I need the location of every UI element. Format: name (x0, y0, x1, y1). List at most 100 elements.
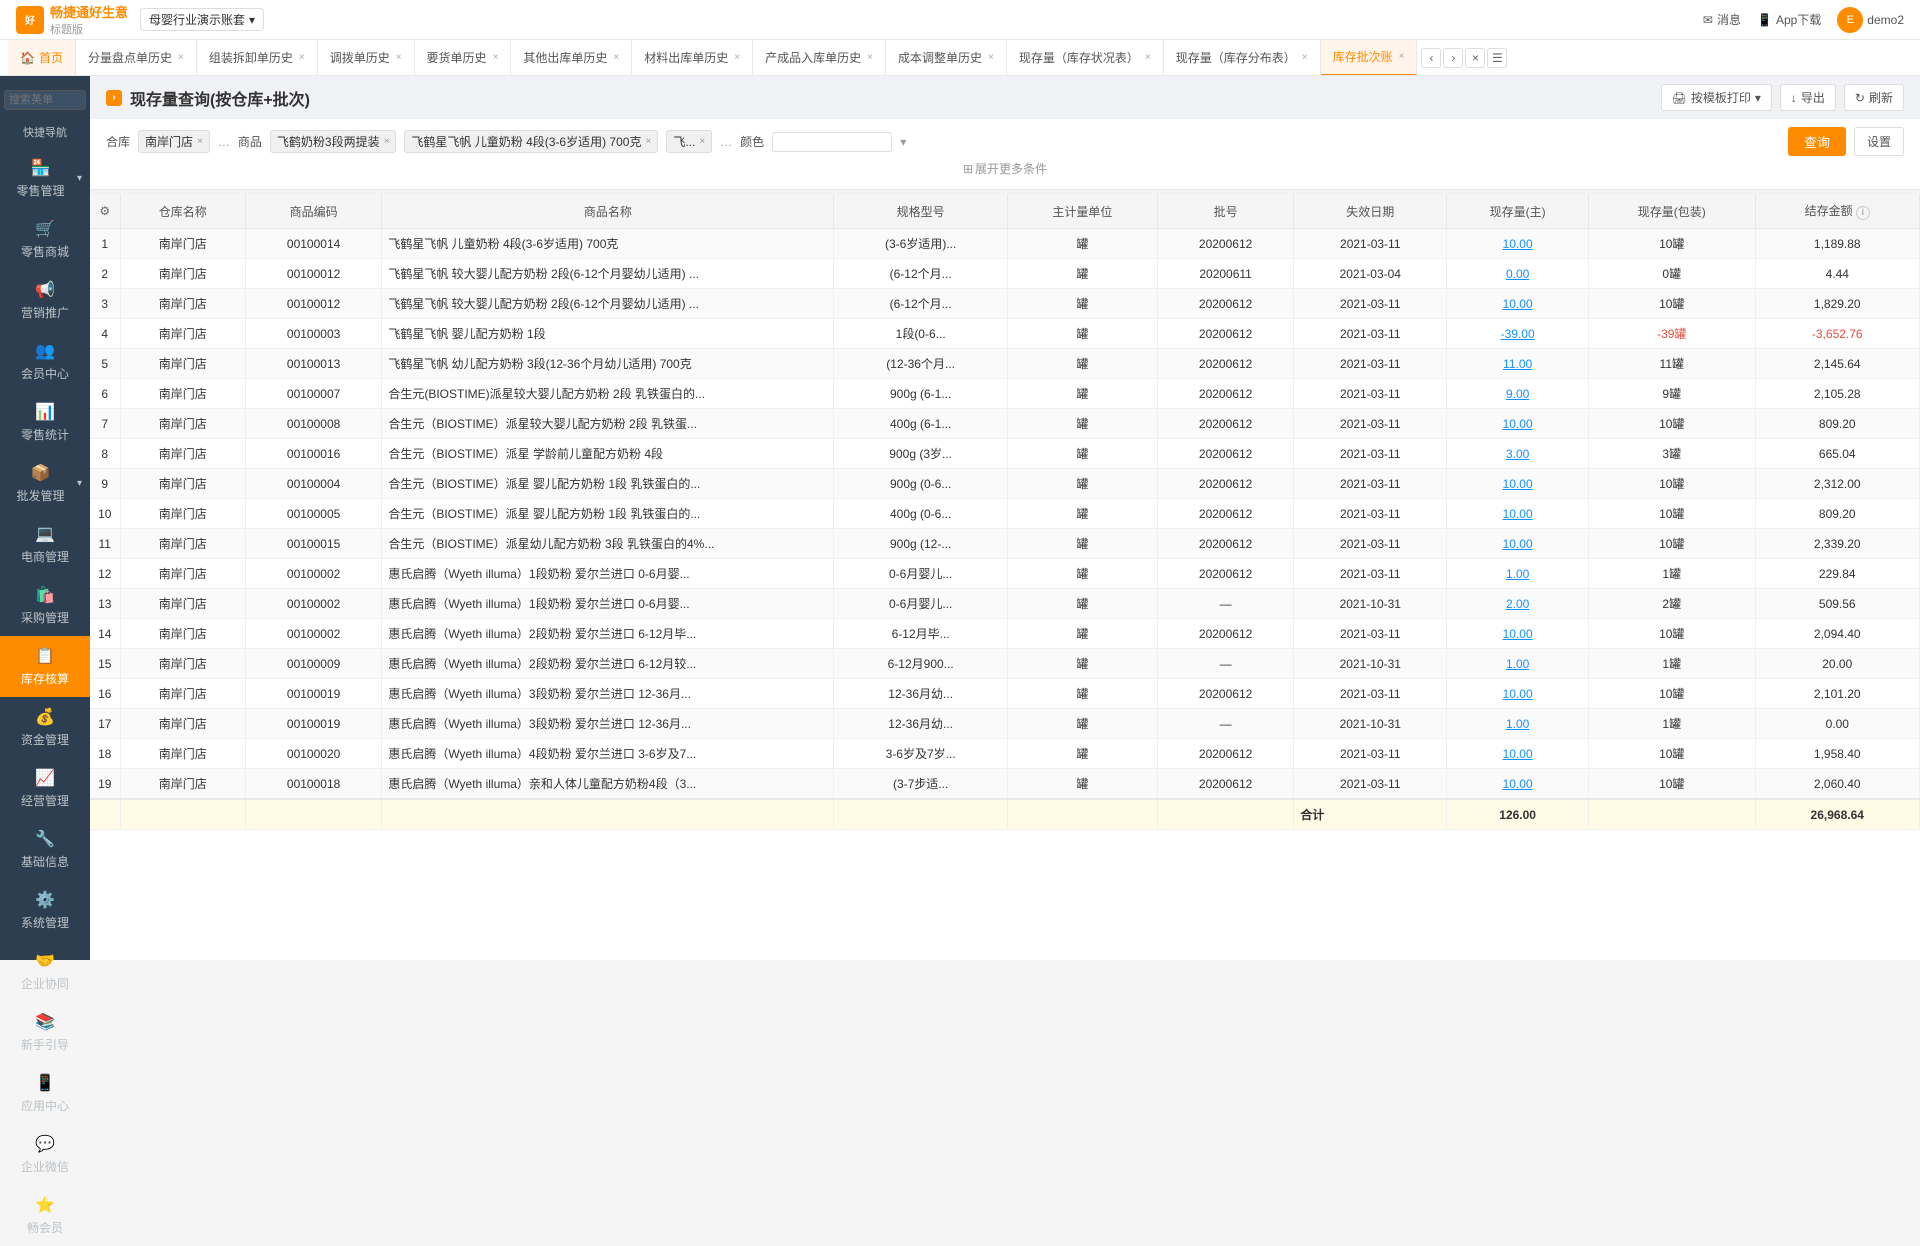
sidebar-item-ecommerce[interactable]: 💻 电商管理 (0, 514, 90, 575)
sidebar-item-business[interactable]: 📈 经营管理 (0, 758, 90, 819)
product-tag-2[interactable]: 飞鹤星飞帆 儿童奶粉 4段(3-6岁适用) 700克 × (404, 130, 658, 153)
color-filter-input[interactable] (772, 132, 892, 152)
warehouse-remove-icon[interactable]: × (197, 136, 203, 147)
sidebar-item-member-label: 会员中心 (21, 365, 69, 382)
warehouse-tag[interactable]: 南岸门店 × (138, 130, 210, 153)
refresh-btn[interactable]: ↻ 刷新 (1844, 84, 1904, 111)
col-settings[interactable]: ⚙ (90, 194, 120, 229)
cell-qty-main[interactable]: 10.00 (1447, 619, 1589, 649)
color-dropdown-icon[interactable]: ▾ (900, 135, 906, 149)
sidebar-item-appcenter[interactable]: 📱 应用中心 (0, 1063, 90, 1124)
close-icon[interactable]: × (867, 52, 873, 63)
logo-sub: 标题版 (50, 21, 128, 37)
sidebar-item-finance[interactable]: 💰 资金管理 (0, 697, 90, 758)
cell-qty-main[interactable]: 10.00 (1447, 679, 1589, 709)
cell-qty-main[interactable]: 1.00 (1447, 649, 1589, 679)
balance-info-icon[interactable]: i (1856, 206, 1870, 220)
expand-sidebar-btn[interactable]: › (106, 90, 122, 106)
sidebar-item-basic[interactable]: 🔧 基础信息 (0, 819, 90, 880)
sidebar-item-marketing[interactable]: 📢 营销推广 (0, 270, 90, 331)
cell-qty-main[interactable]: 10.00 (1447, 229, 1589, 259)
tab-qita[interactable]: 其他出库单历史 × (511, 40, 632, 76)
product-more[interactable]: … (720, 135, 732, 149)
print-btn[interactable]: 🖨 按模板打印 ▾ (1661, 84, 1772, 111)
cell-qty-main[interactable]: 10.00 (1447, 529, 1589, 559)
tab-chengben[interactable]: 成本调整单历史 × (886, 40, 1007, 76)
app-download-btn[interactable]: 📱 App下载 (1757, 11, 1821, 28)
close-icon[interactable]: × (299, 52, 305, 63)
sidebar-item-purchase[interactable]: 🛍️ 采购管理 (0, 575, 90, 636)
cell-qty-main[interactable]: 10.00 (1447, 289, 1589, 319)
cell-qty-main[interactable]: 9.00 (1447, 379, 1589, 409)
nav-next[interactable]: › (1443, 48, 1463, 68)
sidebar-item-inventory[interactable]: 📋 库存核算 (0, 636, 90, 697)
logo-area: 好 畅捷通好生意 标题版 (16, 2, 128, 37)
product-tag-2-remove[interactable]: × (645, 136, 651, 147)
close-icon[interactable]: × (1145, 52, 1151, 63)
tab-kucun-pici[interactable]: 库存批次账 × (1321, 40, 1418, 76)
nav-prev[interactable]: ‹ (1421, 48, 1441, 68)
sidebar-item-wholesale[interactable]: 📦 批发管理 ▾ (0, 453, 90, 514)
sidebar-item-system[interactable]: ⚙️ 系统管理 (0, 880, 90, 941)
tab-yaohuo[interactable]: 要货单历史 × (415, 40, 512, 76)
sidebar-item-collab[interactable]: 🤝 企业协同 (0, 941, 90, 1002)
tab-diaobo[interactable]: 调拨单历史 × (318, 40, 415, 76)
cell-name: 合生元（BIOSTIME）派星幼儿配方奶粉 3段 乳铁蛋白的4%... (382, 529, 834, 559)
tab-zuzhuang[interactable]: 组装拆卸单历史 × (197, 40, 318, 76)
product-tag-1-remove[interactable]: × (384, 136, 390, 147)
tab-home[interactable]: 🏠 首页 (8, 40, 76, 76)
close-icon[interactable]: × (396, 52, 402, 63)
cell-qty-main[interactable]: 0.00 (1447, 259, 1589, 289)
cell-batch: — (1157, 589, 1293, 619)
cell-qty-main[interactable]: 2.00 (1447, 589, 1589, 619)
export-btn[interactable]: ↓ 导出 (1780, 84, 1836, 111)
tab-xianzun-kuangtai[interactable]: 现存量（库存状况表） × (1007, 40, 1164, 76)
settings-icon[interactable]: ⚙ (99, 204, 110, 218)
cell-qty-main[interactable]: 10.00 (1447, 739, 1589, 769)
close-icon[interactable]: × (613, 52, 619, 63)
inventory-icon: 📋 (35, 646, 55, 666)
message-btn[interactable]: ✉ 消息 (1703, 11, 1741, 28)
cell-qty-main[interactable]: 3.00 (1447, 439, 1589, 469)
cell-qty-main[interactable]: 11.00 (1447, 349, 1589, 379)
setting-button[interactable]: 设置 (1854, 127, 1904, 156)
tab-fenliang[interactable]: 分量盘点单历史 × (76, 40, 197, 76)
tab-chancheng[interactable]: 产成品入库单历史 × (753, 40, 886, 76)
tab-xianzun-fenbuo[interactable]: 现存量（库存分布表） × (1164, 40, 1321, 76)
cell-qty-main[interactable]: 10.00 (1447, 469, 1589, 499)
sidebar-item-wechat[interactable]: 💬 企业微信 (0, 1124, 90, 1185)
cell-warehouse: 南岸门店 (120, 529, 245, 559)
sidebar-item-retail[interactable]: 🏪 零售管理 ▾ (0, 148, 90, 209)
cell-qty-main[interactable]: 10.00 (1447, 769, 1589, 800)
cell-qty-main[interactable]: 1.00 (1447, 709, 1589, 739)
cell-qty-main[interactable]: -39.00 (1447, 319, 1589, 349)
product-tag-1[interactable]: 飞鹤奶粉3段两提装 × (270, 130, 397, 153)
tab-cailiao[interactable]: 材料出库单历史 × (632, 40, 753, 76)
sidebar-item-guide[interactable]: 📚 新手引导 (0, 1002, 90, 1063)
product-tag-3-remove[interactable]: × (699, 136, 705, 147)
search-input[interactable] (4, 90, 86, 110)
quick-nav[interactable]: 快捷导航 (0, 116, 90, 148)
cell-qty-main[interactable]: 10.00 (1447, 409, 1589, 439)
close-icon[interactable]: × (1399, 51, 1405, 62)
sidebar-item-retail-stat[interactable]: 📊 零售统计 (0, 392, 90, 453)
query-button[interactable]: 查询 (1788, 127, 1846, 156)
close-icon[interactable]: × (493, 52, 499, 63)
cell-qty-main[interactable]: 10.00 (1447, 499, 1589, 529)
close-icon[interactable]: × (988, 52, 994, 63)
close-icon[interactable]: × (1302, 52, 1308, 63)
sidebar-item-mall[interactable]: 🛒 零售商城 (0, 209, 90, 270)
warehouse-more[interactable]: … (218, 135, 230, 149)
sidebar-item-member[interactable]: 👥 会员中心 (0, 331, 90, 392)
user-area[interactable]: E demo2 (1837, 7, 1904, 33)
close-icon[interactable]: × (178, 52, 184, 63)
cell-qty-main[interactable]: 1.00 (1447, 559, 1589, 589)
nav-menu[interactable]: ☰ (1487, 48, 1507, 68)
expand-conditions-btn[interactable]: ⊞ 展开更多条件 (963, 160, 1047, 177)
table-container[interactable]: ⚙ 仓库名称 商品编码 商品名称 规格型号 主计量单位 批号 失效日期 现存量(… (90, 194, 1920, 960)
sidebar-item-vip[interactable]: ⭐ 畅会员 (0, 1185, 90, 1246)
close-icon[interactable]: × (734, 52, 740, 63)
nav-close-all[interactable]: × (1465, 48, 1485, 68)
product-tag-3[interactable]: 飞... × (666, 130, 712, 153)
account-selector[interactable]: 母婴行业演示账套 ▾ (140, 8, 264, 31)
